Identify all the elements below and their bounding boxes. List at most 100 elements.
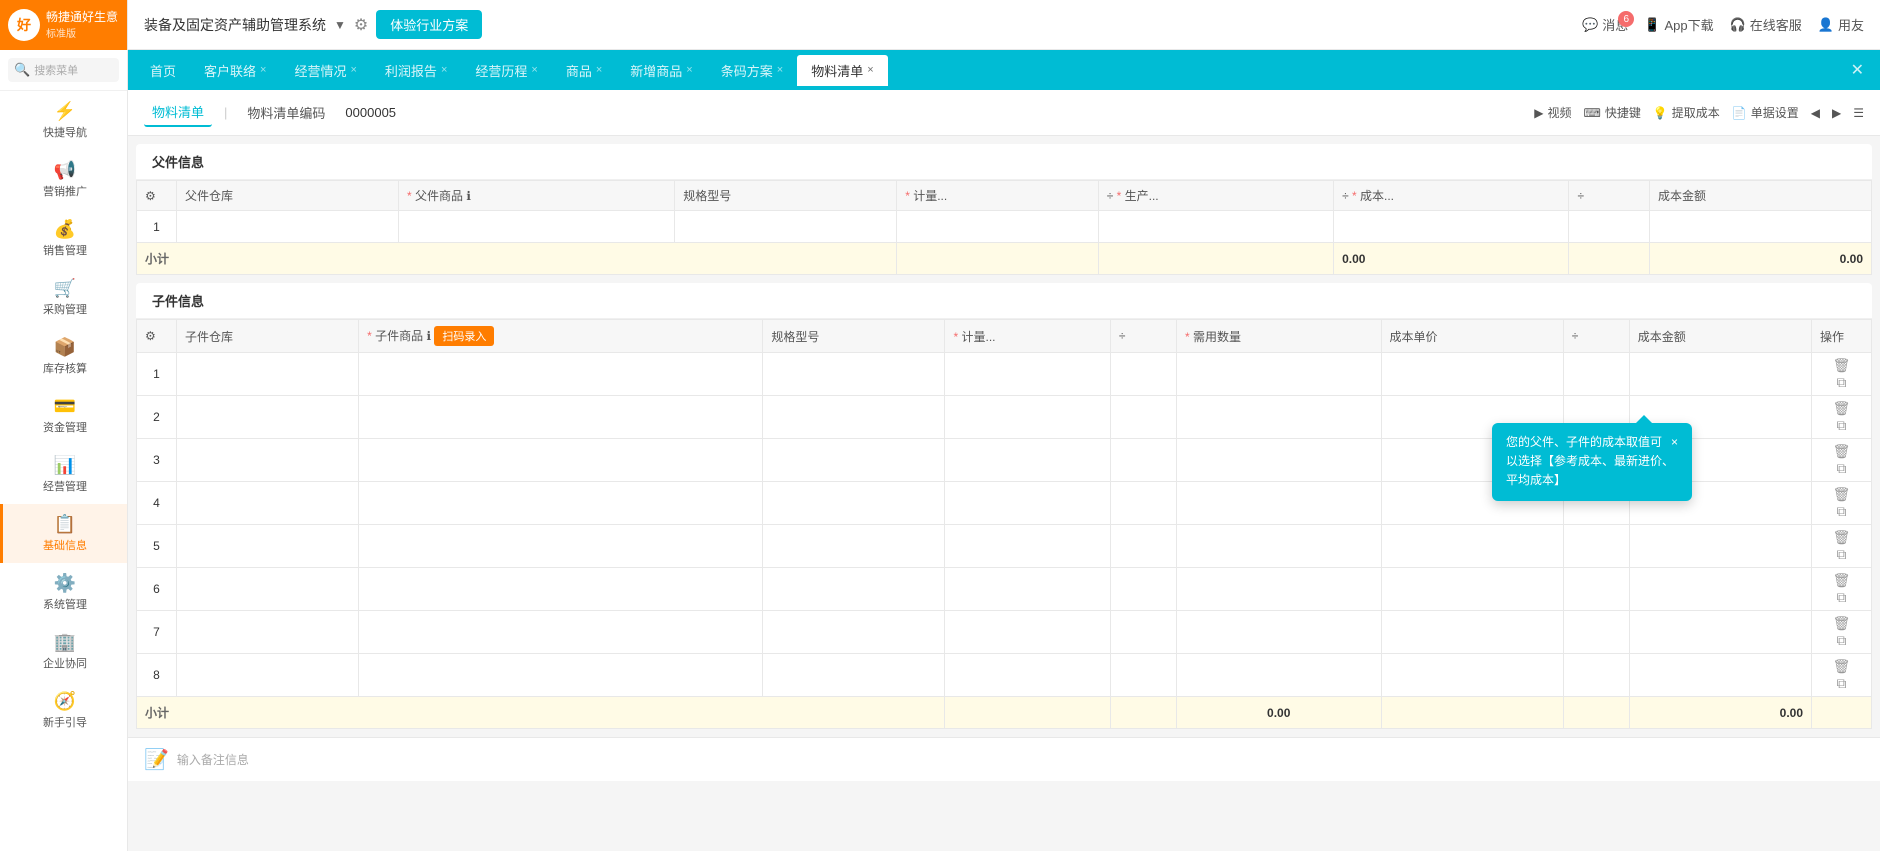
child-row-8-unit-cost[interactable]	[1381, 654, 1563, 697]
child-row-7-amount[interactable]	[1629, 611, 1811, 654]
delete-icon[interactable]: 🗑	[1830, 400, 1854, 416]
copy-icon[interactable]: ⧉	[1834, 675, 1850, 691]
child-row-1-spec[interactable]	[763, 353, 945, 396]
child-row-2-goods[interactable]	[359, 396, 763, 439]
tab-profit-close[interactable]: ×	[441, 64, 447, 76]
sidebar-item-inventory[interactable]: 📦 库存核算	[0, 327, 127, 386]
delete-icon[interactable]: 🗑	[1830, 572, 1854, 588]
child-row-2-warehouse[interactable]	[177, 396, 359, 439]
sidebar-item-guide[interactable]: 🧭 新手引导	[0, 681, 127, 740]
delete-icon[interactable]: 🗑	[1830, 357, 1854, 373]
child-row-1-qty[interactable]	[945, 353, 1110, 396]
child-row-1-required-qty[interactable]	[1176, 353, 1381, 396]
sidebar-item-enterprise[interactable]: 🏢 企业协同	[0, 622, 127, 681]
tab-barcode[interactable]: 条码方案 ×	[707, 55, 797, 86]
tab-bom-close[interactable]: ×	[867, 64, 873, 76]
tab-bom[interactable]: 物料清单 ×	[797, 55, 887, 86]
tab-newgoods[interactable]: 新增商品 ×	[616, 55, 706, 86]
tab-operations[interactable]: 经营情况 ×	[280, 55, 370, 86]
parent-row-1-goods[interactable]	[398, 211, 674, 243]
system-dropdown[interactable]: ▼	[334, 18, 346, 32]
parent-row-1-cost[interactable]	[1334, 211, 1569, 243]
view-button[interactable]: ▶ 视频	[1534, 104, 1571, 121]
tooltip-close-button[interactable]: ×	[1671, 433, 1678, 452]
tab-customer-close[interactable]: ×	[260, 64, 266, 76]
parent-row-1-warehouse[interactable]	[177, 211, 399, 243]
child-row-6-unit-cost[interactable]	[1381, 568, 1563, 611]
settings-button[interactable]: 📄 单据设置	[1732, 104, 1799, 121]
child-row-8-spec[interactable]	[763, 654, 945, 697]
message-button[interactable]: 💬 消息 6	[1582, 15, 1628, 34]
tab-goods-close[interactable]: ×	[596, 64, 602, 76]
app-download-button[interactable]: 📱 App下载	[1644, 15, 1713, 34]
tab-history-close[interactable]: ×	[531, 64, 537, 76]
menu-button[interactable]: ☰	[1853, 106, 1864, 120]
sidebar-item-quicknav[interactable]: ⚡ 快捷导航	[0, 91, 127, 150]
child-row-3-spec[interactable]	[763, 439, 945, 482]
child-row-7-goods[interactable]	[359, 611, 763, 654]
sidebar-item-finance[interactable]: 💳 资金管理	[0, 386, 127, 445]
delete-icon[interactable]: 🗑	[1830, 486, 1854, 502]
page-tab-code[interactable]: 物料清单编码	[239, 99, 333, 126]
sidebar-item-operations[interactable]: 📊 经营管理	[0, 445, 127, 504]
child-row-2-spec[interactable]	[763, 396, 945, 439]
copy-icon[interactable]: ⧉	[1834, 503, 1850, 519]
tab-goods[interactable]: 商品 ×	[552, 55, 616, 86]
copy-icon[interactable]: ⧉	[1834, 374, 1850, 390]
child-row-8-qty[interactable]	[945, 654, 1110, 697]
child-row-3-warehouse[interactable]	[177, 439, 359, 482]
parent-row-1-amount[interactable]	[1649, 211, 1871, 243]
child-row-7-warehouse[interactable]	[177, 611, 359, 654]
child-row-8-warehouse[interactable]	[177, 654, 359, 697]
delete-icon[interactable]: 🗑	[1830, 529, 1854, 545]
note-placeholder[interactable]: 输入备注信息	[177, 751, 249, 768]
copy-icon[interactable]: ⧉	[1834, 589, 1850, 605]
copy-icon[interactable]: ⧉	[1834, 632, 1850, 648]
online-service-button[interactable]: 🎧 在线客服	[1730, 15, 1802, 34]
child-row-6-amount[interactable]	[1629, 568, 1811, 611]
child-row-4-warehouse[interactable]	[177, 482, 359, 525]
child-th-settings[interactable]: ⚙	[137, 320, 177, 353]
child-row-7-qty[interactable]	[945, 611, 1110, 654]
child-row-7-spec[interactable]	[763, 611, 945, 654]
child-row-1-unit-cost[interactable]	[1381, 353, 1563, 396]
tab-newgoods-close[interactable]: ×	[686, 64, 692, 76]
child-row-6-spec[interactable]	[763, 568, 945, 611]
nav-prev[interactable]: ◀	[1811, 106, 1820, 120]
child-row-7-required-qty[interactable]	[1176, 611, 1381, 654]
trial-button[interactable]: 体验行业方案	[376, 10, 482, 39]
tab-profit[interactable]: 利润报告 ×	[371, 55, 461, 86]
child-row-8-required-qty[interactable]	[1176, 654, 1381, 697]
child-row-5-unit-cost[interactable]	[1381, 525, 1563, 568]
child-row-6-qty[interactable]	[945, 568, 1110, 611]
cost-button[interactable]: 💡 提取成本	[1653, 104, 1720, 121]
child-row-5-qty[interactable]	[945, 525, 1110, 568]
child-row-4-qty[interactable]	[945, 482, 1110, 525]
child-row-3-goods[interactable]	[359, 439, 763, 482]
page-tab-bom[interactable]: 物料清单	[144, 98, 212, 127]
search-input[interactable]: 🔍 搜索菜单	[8, 58, 119, 82]
parent-row-1-spec[interactable]	[675, 211, 897, 243]
shortcut-button[interactable]: ⌨ 快捷键	[1583, 104, 1640, 121]
child-row-4-spec[interactable]	[763, 482, 945, 525]
scan-button[interactable]: 扫码录入	[434, 326, 494, 346]
child-row-5-goods[interactable]	[359, 525, 763, 568]
parent-row-1-produce[interactable]	[1098, 211, 1333, 243]
tabs-close-all[interactable]: ✕	[1843, 60, 1872, 80]
sidebar-item-basicinfo[interactable]: 📋 基础信息	[0, 504, 127, 563]
tab-customer[interactable]: 客户联络 ×	[190, 55, 280, 86]
copy-icon[interactable]: ⧉	[1834, 546, 1850, 562]
child-row-2-required-qty[interactable]	[1176, 396, 1381, 439]
child-row-2-qty[interactable]	[945, 396, 1110, 439]
parent-row-1-qty[interactable]	[897, 211, 1098, 243]
tab-home[interactable]: 首页	[136, 55, 190, 86]
child-row-6-required-qty[interactable]	[1176, 568, 1381, 611]
delete-icon[interactable]: 🗑	[1830, 658, 1854, 674]
child-row-5-spec[interactable]	[763, 525, 945, 568]
child-row-3-required-qty[interactable]	[1176, 439, 1381, 482]
sidebar-item-sales[interactable]: 💰 销售管理	[0, 209, 127, 268]
child-row-4-required-qty[interactable]	[1176, 482, 1381, 525]
tab-barcode-close[interactable]: ×	[777, 64, 783, 76]
child-row-6-goods[interactable]	[359, 568, 763, 611]
child-row-3-qty[interactable]	[945, 439, 1110, 482]
